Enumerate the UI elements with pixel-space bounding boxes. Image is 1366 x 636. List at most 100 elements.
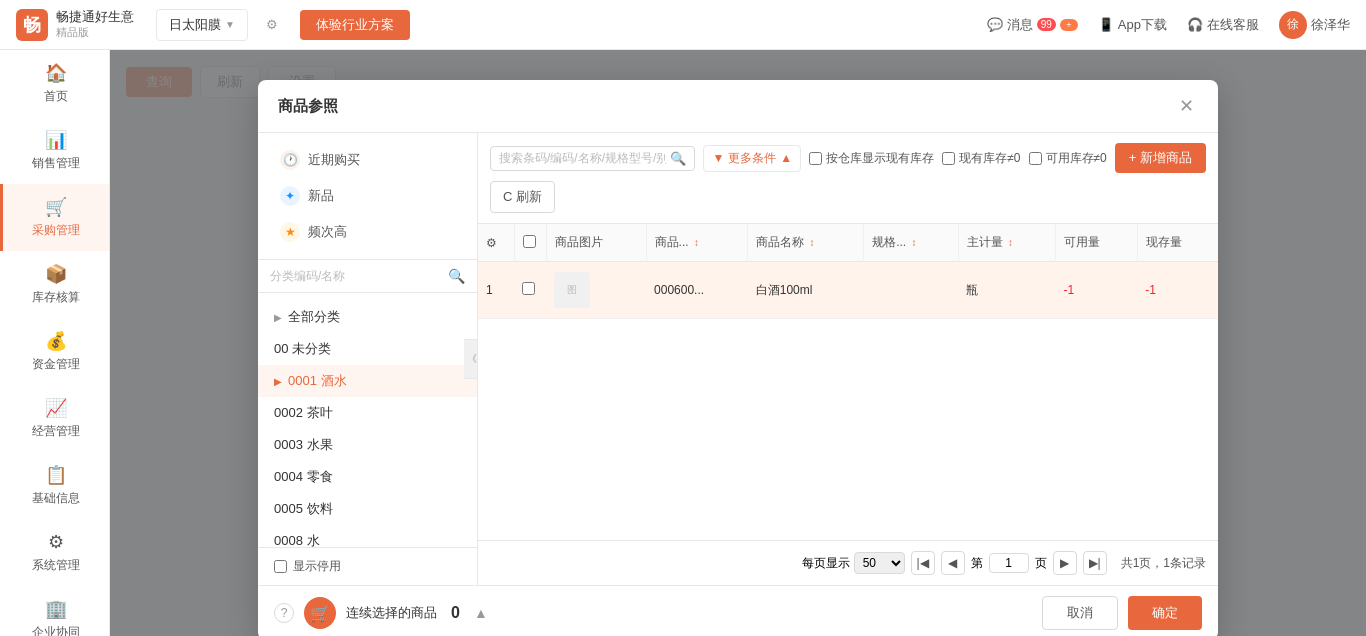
category-search-icon[interactable]: 🔍 [448, 268, 465, 284]
category-c0001-label: 0001 酒水 [288, 372, 347, 390]
sidebar-item-purchase[interactable]: 🛒 采购管理 [0, 184, 109, 251]
collapse-panel-button[interactable]: 《 [464, 339, 478, 379]
business-icon: 📈 [45, 397, 67, 419]
category-c0008[interactable]: 0008 水 [258, 525, 477, 547]
warehouse-stock-checkbox-label[interactable]: 按仓库显示现有库存 [809, 150, 934, 167]
messages-item[interactable]: 💬 消息 99 + [987, 16, 1078, 34]
collapse-footer-icon[interactable]: ▲ [474, 605, 488, 621]
new-tab[interactable]: ✦ 新品 [270, 179, 465, 213]
show-disabled-checkbox[interactable] [274, 560, 287, 573]
trial-button[interactable]: 体验行业方案 [300, 10, 410, 40]
current-stock-checkbox-label[interactable]: 现有库存≠0 [942, 150, 1020, 167]
table-row[interactable]: 1 图 000600... 白酒100ml 瓶 [478, 262, 1218, 319]
warehouse-stock-checkbox[interactable] [809, 152, 822, 165]
username-label: 徐泽华 [1311, 16, 1350, 34]
row-image: 图 [546, 262, 646, 319]
col-available-header: 可用量 [1056, 224, 1138, 262]
modal-title: 商品参照 [278, 97, 338, 116]
last-page-button[interactable]: ▶| [1083, 551, 1107, 575]
current-stock-checkbox[interactable] [942, 152, 955, 165]
category-c0004[interactable]: 0004 零食 [258, 461, 477, 493]
spec-sort-icon: ↕ [912, 237, 917, 248]
nav-selector[interactable]: 日太阳膜 ▼ [156, 9, 248, 41]
sidebar-item-system[interactable]: ⚙ 系统管理 [0, 519, 109, 586]
product-search-icon[interactable]: 🔍 [670, 151, 686, 166]
sidebar-item-inventory[interactable]: 📦 库存核算 [0, 251, 109, 318]
sidebar-label-sales: 销售管理 [32, 155, 80, 172]
category-c0003[interactable]: 0003 水果 [258, 429, 477, 461]
logo-sub: 精品版 [56, 25, 134, 40]
basic-icon: 📋 [45, 464, 67, 486]
filter-label: 更多条件 [728, 150, 776, 167]
logo-text: 畅捷通好生意 [56, 9, 134, 26]
filter-button[interactable]: ▼ 更多条件 ▲ [703, 145, 801, 172]
cart-button[interactable]: 🛒 [304, 597, 336, 629]
add-product-button[interactable]: + 新增商品 [1115, 143, 1206, 173]
cancel-button[interactable]: 取消 [1042, 596, 1118, 630]
product-table-container: ⚙ 商品图片 商品... ↕ [478, 224, 1218, 540]
select-all-checkbox[interactable] [523, 235, 536, 248]
per-page-dropdown[interactable]: 50 10 20 100 [854, 552, 905, 574]
col-image-header: 商品图片 [546, 224, 646, 262]
sidebar-label-business: 经营管理 [32, 423, 80, 440]
sidebar-item-basic[interactable]: 📋 基础信息 [0, 452, 109, 519]
user-item[interactable]: 徐 徐泽华 [1279, 11, 1350, 39]
category-search-input[interactable] [270, 269, 442, 283]
inventory-icon: 📦 [45, 263, 67, 285]
row-unit: 瓶 [958, 262, 1055, 319]
prev-page-button[interactable]: ◀ [941, 551, 965, 575]
sidebar-item-home[interactable]: 🏠 首页 [0, 50, 109, 117]
gear-button[interactable]: ⚙ [256, 9, 288, 41]
col-code-header[interactable]: 商品... ↕ [646, 224, 748, 262]
available-stock-checkbox-label[interactable]: 可用库存≠0 [1029, 150, 1107, 167]
sidebar-label-basic: 基础信息 [32, 490, 80, 507]
first-page-button[interactable]: |◀ [911, 551, 935, 575]
online-service-item[interactable]: 🎧 在线客服 [1187, 16, 1259, 34]
category-all[interactable]: ▶ 全部分类 [258, 301, 477, 333]
filter-icon: ▼ [712, 151, 724, 165]
product-table: ⚙ 商品图片 商品... ↕ [478, 224, 1218, 319]
new-label: 新品 [308, 187, 334, 205]
confirm-button[interactable]: 确定 [1128, 596, 1202, 630]
page-prefix-label: 第 [971, 555, 983, 572]
freq-tab[interactable]: ★ 频次高 [270, 215, 465, 249]
next-page-button[interactable]: ▶ [1053, 551, 1077, 575]
recent-tab[interactable]: 🕐 近期购买 [270, 143, 465, 177]
phone-icon: 📱 [1098, 17, 1114, 32]
sidebar-item-sales[interactable]: 📊 销售管理 [0, 117, 109, 184]
category-c0001[interactable]: ▶ 0001 酒水 [258, 365, 477, 397]
product-search-input[interactable] [499, 151, 666, 165]
col-spec-header[interactable]: 规格... ↕ [864, 224, 958, 262]
row-checkbox[interactable] [514, 262, 546, 319]
modal-header: 商品参照 ✕ [258, 80, 1218, 133]
app-download-item[interactable]: 📱 App下载 [1098, 16, 1167, 34]
category-c0008-label: 0008 水 [274, 532, 320, 547]
nav-selector-label: 日太阳膜 [169, 16, 221, 34]
right-panel: 🔍 ▼ 更多条件 ▲ 按仓库显示现有库存 [478, 133, 1218, 585]
col-name-header[interactable]: 商品名称 ↕ [748, 224, 864, 262]
sidebar-item-enterprise[interactable]: 🏢 企业协同 [0, 586, 109, 636]
col-unit-header[interactable]: 主计量 ↕ [958, 224, 1055, 262]
freq-label: 频次高 [308, 223, 347, 241]
home-icon: 🏠 [45, 62, 67, 84]
available-stock-checkbox[interactable] [1029, 152, 1042, 165]
product-reference-modal: 商品参照 ✕ 🕐 近期购买 ✦ [258, 80, 1218, 636]
sidebar-item-business[interactable]: 📈 经营管理 [0, 385, 109, 452]
category-c0002[interactable]: 0002 茶叶 [258, 397, 477, 429]
message-icon: 💬 [987, 17, 1003, 32]
row-available: -1 [1056, 262, 1138, 319]
category-c00[interactable]: 00 未分类 [258, 333, 477, 365]
page-number-input[interactable] [989, 553, 1029, 573]
row-stock: -1 [1137, 262, 1218, 319]
modal-close-button[interactable]: ✕ [1174, 94, 1198, 118]
col-settings[interactable]: ⚙ [478, 224, 514, 262]
logo-area: 畅 畅捷通好生意 精品版 [16, 9, 136, 41]
left-panel: 🕐 近期购买 ✦ 新品 ★ 频次高 [258, 133, 478, 585]
help-button[interactable]: ? [274, 603, 294, 623]
sidebar-item-finance[interactable]: 💰 资金管理 [0, 318, 109, 385]
row-spec [864, 262, 958, 319]
refresh-product-button[interactable]: C 刷新 [490, 181, 555, 213]
category-c0005[interactable]: 0005 饮料 [258, 493, 477, 525]
active-caret-icon: ▶ [274, 376, 282, 387]
row-select-checkbox[interactable] [522, 282, 535, 295]
